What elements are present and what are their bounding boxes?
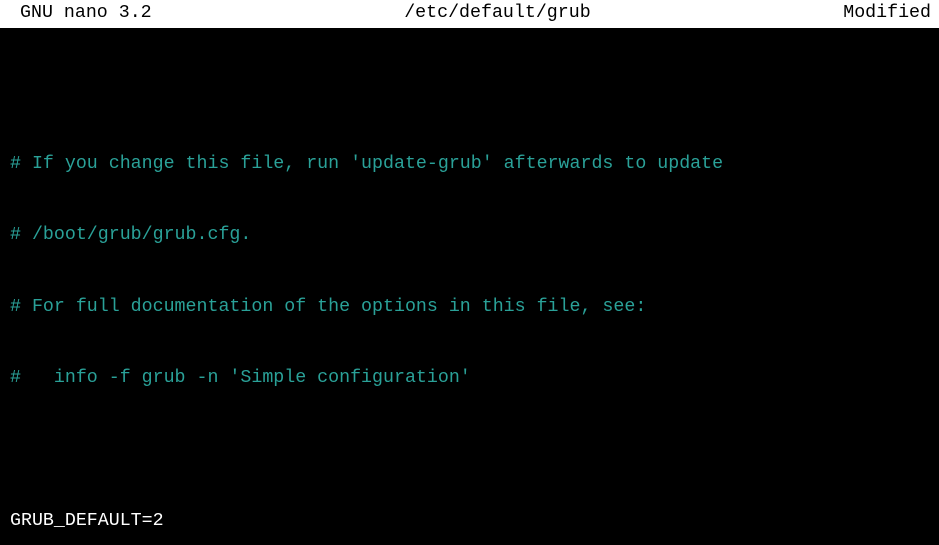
config-line: GRUB_DEFAULT=2 xyxy=(10,510,929,534)
file-path: /etc/default/grub xyxy=(152,2,844,26)
comment-line: # For full documentation of the options … xyxy=(10,296,929,320)
blank-line xyxy=(10,438,929,462)
comment-line: # /boot/grub/grub.cfg. xyxy=(10,224,929,248)
app-name: GNU nano 3.2 xyxy=(20,2,152,26)
nano-editor: GNU nano 3.2 /etc/default/grub Modified … xyxy=(0,0,939,545)
comment-line: # info -f grub -n 'Simple configuration' xyxy=(10,367,929,391)
titlebar: GNU nano 3.2 /etc/default/grub Modified xyxy=(0,0,939,28)
comment-line: # If you change this file, run 'update-g… xyxy=(10,153,929,177)
editor-buffer[interactable]: # If you change this file, run 'update-g… xyxy=(0,28,939,545)
modified-status: Modified xyxy=(843,2,931,26)
blank-line xyxy=(10,81,929,105)
